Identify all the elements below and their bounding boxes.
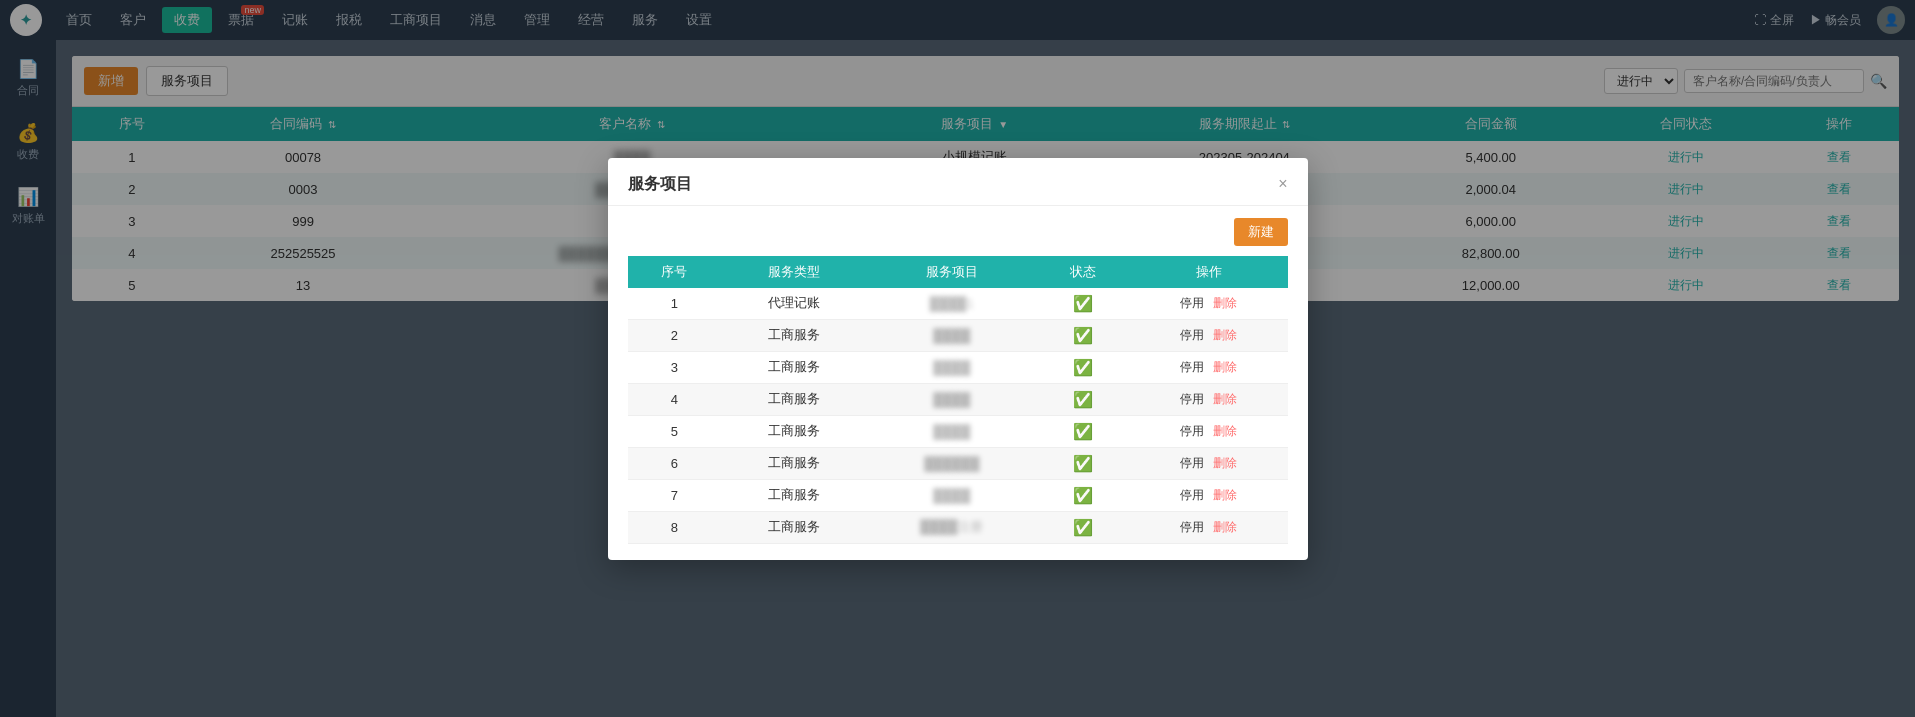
modal-cell-actions[interactable]: 停用 删除: [1130, 288, 1288, 320]
modal-cell-actions[interactable]: 停用 删除: [1130, 351, 1288, 383]
modal-cell-type: 工商服务: [721, 511, 867, 543]
stop-button[interactable]: 停用: [1180, 424, 1204, 438]
modal-cell-status: ✅: [1036, 383, 1130, 415]
modal-table-row: 7 工商服务 ████ ✅ 停用 删除: [628, 479, 1288, 511]
modal-cell-item: ██████: [868, 447, 1037, 479]
modal-cell-status: ✅: [1036, 415, 1130, 447]
modal-cell-item: ████注册: [868, 511, 1037, 543]
modal-table-row: 3 工商服务 ████ ✅ 停用 删除: [628, 351, 1288, 383]
modal-close-button[interactable]: ×: [1278, 175, 1287, 193]
modal-header: 服务项目 ×: [608, 158, 1308, 206]
modal-table-row: 1 代理记账 ████1 ✅ 停用 删除: [628, 288, 1288, 320]
modal-cell-item: ████: [868, 383, 1037, 415]
delete-button[interactable]: 删除: [1213, 296, 1237, 310]
modal-cell-status: ✅: [1036, 288, 1130, 320]
modal-table-row: 4 工商服务 ████ ✅ 停用 删除: [628, 383, 1288, 415]
modal-cell-item: ████: [868, 479, 1037, 511]
stop-button[interactable]: 停用: [1180, 520, 1204, 534]
delete-button[interactable]: 删除: [1213, 520, 1237, 534]
modal-cell-actions[interactable]: 停用 删除: [1130, 383, 1288, 415]
delete-button[interactable]: 删除: [1213, 424, 1237, 438]
modal-tbody: 1 代理记账 ████1 ✅ 停用 删除 2 工商服务 ████ ✅ 停用 删除…: [628, 288, 1288, 544]
modal-cell-item: ████: [868, 319, 1037, 351]
delete-button[interactable]: 删除: [1213, 392, 1237, 406]
modal-cell-seq: 7: [628, 479, 722, 511]
modal-cell-seq: 5: [628, 415, 722, 447]
service-modal: 服务项目 × 新建 序号 服务类型 服务项目 状态 操作: [608, 158, 1308, 560]
modal-cell-actions[interactable]: 停用 删除: [1130, 447, 1288, 479]
modal-cell-status: ✅: [1036, 319, 1130, 351]
modal-table-wrap: 序号 服务类型 服务项目 状态 操作 1 代理记账 ████1 ✅ 停用 删除 …: [628, 256, 1288, 544]
modal-cell-seq: 3: [628, 351, 722, 383]
stop-button[interactable]: 停用: [1180, 328, 1204, 342]
delete-button[interactable]: 删除: [1213, 456, 1237, 470]
modal-table: 序号 服务类型 服务项目 状态 操作 1 代理记账 ████1 ✅ 停用 删除 …: [628, 256, 1288, 544]
delete-button[interactable]: 删除: [1213, 328, 1237, 342]
modal-title: 服务项目: [628, 174, 692, 195]
modal-table-header: 序号 服务类型 服务项目 状态 操作: [628, 256, 1288, 288]
modal-cell-item: ████1: [868, 288, 1037, 320]
modal-cell-item: ████: [868, 415, 1037, 447]
modal-cell-seq: 4: [628, 383, 722, 415]
stop-button[interactable]: 停用: [1180, 296, 1204, 310]
modal-cell-type: 工商服务: [721, 415, 867, 447]
stop-button[interactable]: 停用: [1180, 488, 1204, 502]
modal-toolbar: 新建: [628, 218, 1288, 246]
modal-new-button[interactable]: 新建: [1234, 218, 1288, 246]
modal-cell-seq: 6: [628, 447, 722, 479]
modal-table-row: 5 工商服务 ████ ✅ 停用 删除: [628, 415, 1288, 447]
modal-cell-actions[interactable]: 停用 删除: [1130, 415, 1288, 447]
modal-cell-actions[interactable]: 停用 删除: [1130, 479, 1288, 511]
modal-cell-status: ✅: [1036, 447, 1130, 479]
modal-cell-type: 工商服务: [721, 319, 867, 351]
modal-cell-status: ✅: [1036, 351, 1130, 383]
modal-cell-seq: 1: [628, 288, 722, 320]
modal-table-row: 2 工商服务 ████ ✅ 停用 删除: [628, 319, 1288, 351]
modal-cell-seq: 2: [628, 319, 722, 351]
modal-cell-type: 工商服务: [721, 479, 867, 511]
modal-cell-type: 工商服务: [721, 447, 867, 479]
modal-body: 新建 序号 服务类型 服务项目 状态 操作 1 代理记账: [608, 206, 1308, 560]
modal-col-status: 状态: [1036, 256, 1130, 288]
modal-col-action: 操作: [1130, 256, 1288, 288]
modal-cell-type: 工商服务: [721, 351, 867, 383]
modal-cell-actions[interactable]: 停用 删除: [1130, 319, 1288, 351]
stop-button[interactable]: 停用: [1180, 392, 1204, 406]
modal-col-item: 服务项目: [868, 256, 1037, 288]
modal-cell-item: ████: [868, 351, 1037, 383]
delete-button[interactable]: 删除: [1213, 488, 1237, 502]
modal-cell-type: 代理记账: [721, 288, 867, 320]
modal-cell-type: 工商服务: [721, 383, 867, 415]
modal-cell-seq: 8: [628, 511, 722, 543]
modal-cell-status: ✅: [1036, 479, 1130, 511]
modal-cell-status: ✅: [1036, 511, 1130, 543]
stop-button[interactable]: 停用: [1180, 360, 1204, 374]
modal-col-seq: 序号: [628, 256, 722, 288]
modal-overlay[interactable]: 服务项目 × 新建 序号 服务类型 服务项目 状态 操作: [0, 0, 1915, 717]
stop-button[interactable]: 停用: [1180, 456, 1204, 470]
modal-col-type: 服务类型: [721, 256, 867, 288]
modal-cell-actions[interactable]: 停用 删除: [1130, 511, 1288, 543]
modal-table-row: 8 工商服务 ████注册 ✅ 停用 删除: [628, 511, 1288, 543]
delete-button[interactable]: 删除: [1213, 360, 1237, 374]
modal-table-row: 6 工商服务 ██████ ✅ 停用 删除: [628, 447, 1288, 479]
